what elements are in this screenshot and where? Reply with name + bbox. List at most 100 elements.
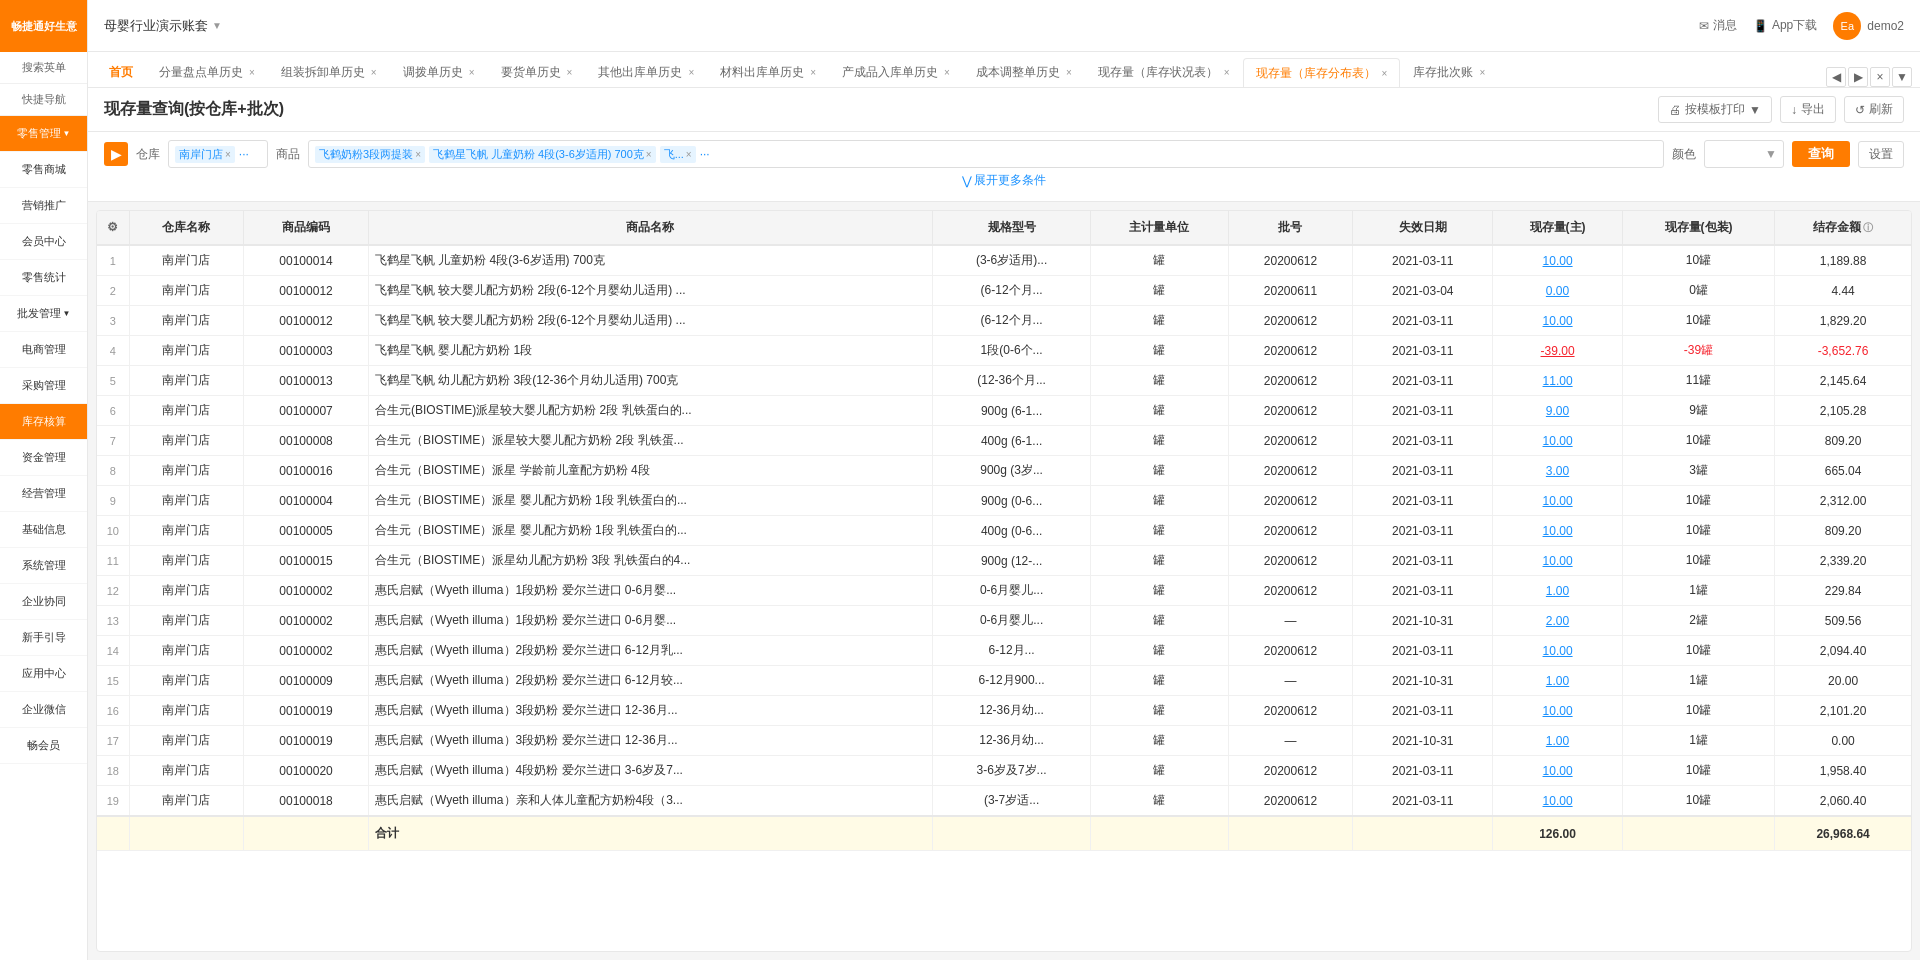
- tag-close-icon[interactable]: ×: [225, 149, 231, 160]
- row-stock-main[interactable]: 2.00: [1493, 606, 1623, 636]
- refresh-button[interactable]: ↺ 刷新: [1844, 96, 1904, 123]
- row-num: 6: [97, 396, 129, 426]
- row-stock-main[interactable]: 10.00: [1493, 756, 1623, 786]
- row-stock-main[interactable]: -39.00: [1493, 336, 1623, 366]
- sidebar-item-operation[interactable]: 经营管理: [0, 476, 87, 512]
- th-settings[interactable]: ⚙: [97, 211, 129, 245]
- tab-product-in[interactable]: 产成品入库单历史 ×: [829, 57, 963, 87]
- account-selector[interactable]: 母婴行业演示账套 ▼: [104, 17, 222, 35]
- row-stock-main[interactable]: 3.00: [1493, 456, 1623, 486]
- sidebar-item-search[interactable]: 搜索英单: [0, 52, 87, 84]
- close-icon[interactable]: ×: [567, 67, 573, 78]
- row-stock-main[interactable]: 11.00: [1493, 366, 1623, 396]
- row-stock-main[interactable]: 10.00: [1493, 516, 1623, 546]
- tab-stock-status[interactable]: 现存量（库存状况表） ×: [1085, 57, 1243, 87]
- row-stock-main[interactable]: 1.00: [1493, 666, 1623, 696]
- close-icon[interactable]: ×: [1382, 68, 1388, 79]
- row-num: 1: [97, 245, 129, 276]
- tab-menu-button[interactable]: ▼: [1892, 67, 1912, 87]
- tab-close-button[interactable]: ×: [1870, 67, 1890, 87]
- close-icon[interactable]: ×: [1066, 67, 1072, 78]
- row-stock-main[interactable]: 9.00: [1493, 396, 1623, 426]
- tab-batch-account[interactable]: 库存批次账 ×: [1400, 57, 1498, 87]
- sidebar-item-purchase[interactable]: 采购管理: [0, 368, 87, 404]
- close-icon[interactable]: ×: [688, 67, 694, 78]
- query-button[interactable]: 查询: [1792, 141, 1850, 167]
- sidebar-item-system[interactable]: 系统管理: [0, 548, 87, 584]
- sidebar-item-ecommerce[interactable]: 电商管理: [0, 332, 87, 368]
- row-amount: 2,094.40: [1775, 636, 1911, 666]
- color-filter-input[interactable]: ▼: [1704, 140, 1784, 168]
- tab-other-outstock[interactable]: 其他出库单历史 ×: [585, 57, 707, 87]
- sidebar-item-enterprise[interactable]: 企业协同: [0, 584, 87, 620]
- expand-more-button[interactable]: ⋁ 展开更多条件: [962, 172, 1046, 189]
- close-icon[interactable]: ×: [1224, 67, 1230, 78]
- close-icon[interactable]: ×: [371, 67, 377, 78]
- sidebar-item-quick-nav[interactable]: 快捷导航: [0, 84, 87, 116]
- sidebar-item-stock[interactable]: 库存核算: [0, 404, 87, 440]
- sidebar-item-app-center[interactable]: 应用中心: [0, 656, 87, 692]
- tab-dispatch[interactable]: 调拨单历史 ×: [390, 57, 488, 87]
- tag-close-icon[interactable]: ×: [415, 149, 421, 160]
- tab-require-goods[interactable]: 要货单历史 ×: [488, 57, 586, 87]
- row-stock-main[interactable]: 10.00: [1493, 245, 1623, 276]
- tab-home[interactable]: 首页: [96, 57, 146, 87]
- close-icon[interactable]: ×: [249, 67, 255, 78]
- message-button[interactable]: ✉ 消息: [1699, 17, 1737, 34]
- row-amount: 20.00: [1775, 666, 1911, 696]
- sidebar-item-basic[interactable]: 基础信息: [0, 512, 87, 548]
- filter-expand-button[interactable]: ▶: [104, 142, 128, 166]
- chevron-down-icon[interactable]: ▼: [1765, 147, 1777, 161]
- row-stock-main[interactable]: 10.00: [1493, 546, 1623, 576]
- row-stock-main[interactable]: 0.00: [1493, 276, 1623, 306]
- filter-more-icon[interactable]: ···: [239, 147, 249, 161]
- row-stock-main[interactable]: 10.00: [1493, 306, 1623, 336]
- close-icon[interactable]: ×: [469, 67, 475, 78]
- tab-prev-button[interactable]: ◀: [1826, 67, 1846, 87]
- row-stock-main[interactable]: 1.00: [1493, 726, 1623, 756]
- tab-cost-adjust[interactable]: 成本调整单历史 ×: [963, 57, 1085, 87]
- row-code: 00100016: [244, 456, 369, 486]
- close-icon[interactable]: ×: [1479, 67, 1485, 78]
- sidebar-item-marketing[interactable]: 营销推广: [0, 188, 87, 224]
- app-download-button[interactable]: 📱 App下载: [1753, 17, 1817, 34]
- sidebar-item-enterprise-wechat[interactable]: 企业微信: [0, 692, 87, 728]
- close-icon[interactable]: ×: [810, 67, 816, 78]
- row-name: 惠氏启赋（Wyeth illuma）1段奶粉 爱尔兰进口 0-6月婴...: [368, 576, 932, 606]
- filter-more-icon[interactable]: ···: [700, 147, 710, 161]
- sidebar-item-finance[interactable]: 资金管理: [0, 440, 87, 476]
- sidebar-item-wholesale[interactable]: 批发管理 ▼: [0, 296, 87, 332]
- close-icon[interactable]: ×: [944, 67, 950, 78]
- tab-stock-dist[interactable]: 现存量（库存分布表） ×: [1243, 58, 1401, 88]
- template-print-button[interactable]: 🖨 按模板打印 ▼: [1658, 96, 1772, 123]
- user-menu[interactable]: Ea demo2: [1833, 12, 1904, 40]
- setting-button[interactable]: 设置: [1858, 141, 1904, 168]
- sidebar-item-members-card[interactable]: 畅会员: [0, 728, 87, 764]
- page-actions: 🖨 按模板打印 ▼ ↓ 导出 ↺ 刷新: [1658, 96, 1904, 123]
- row-amount: 1,958.40: [1775, 756, 1911, 786]
- product-filter-input[interactable]: 飞鹤奶粉3段两提装 × 飞鹤星飞帆 儿童奶粉 4段(3-6岁适用) 700克 ×…: [308, 140, 1664, 168]
- inventory-table: ⚙ 仓库名称 商品编码 商品名称 规格型号 主计量单位 批号 失效日期 现存量(…: [97, 211, 1911, 851]
- sidebar-item-retail-mgmt[interactable]: 零售管理 ▼: [0, 116, 87, 152]
- row-stock-main[interactable]: 1.00: [1493, 576, 1623, 606]
- row-stock-main[interactable]: 10.00: [1493, 486, 1623, 516]
- sidebar-item-retail-stat[interactable]: 零售统计: [0, 260, 87, 296]
- settings-icon[interactable]: ⚙: [105, 220, 121, 236]
- warehouse-filter-input[interactable]: 南岸门店 × ···: [168, 140, 268, 168]
- row-num: 19: [97, 786, 129, 817]
- row-stock-main[interactable]: 10.00: [1493, 786, 1623, 817]
- row-stock-main[interactable]: 10.00: [1493, 696, 1623, 726]
- tab-material-out[interactable]: 材料出库单历史 ×: [707, 57, 829, 87]
- export-button[interactable]: ↓ 导出: [1780, 96, 1836, 123]
- sidebar-item-member[interactable]: 会员中心: [0, 224, 87, 260]
- info-icon[interactable]: ⓘ: [1863, 221, 1873, 235]
- tab-split-inventory[interactable]: 分量盘点单历史 ×: [146, 57, 268, 87]
- sidebar-item-retail-mall[interactable]: 零售商城: [0, 152, 87, 188]
- tag-close-icon[interactable]: ×: [646, 149, 652, 160]
- row-stock-main[interactable]: 10.00: [1493, 426, 1623, 456]
- tag-close-icon[interactable]: ×: [686, 149, 692, 160]
- tab-disassemble[interactable]: 组装拆卸单历史 ×: [268, 57, 390, 87]
- row-stock-main[interactable]: 10.00: [1493, 636, 1623, 666]
- tab-next-button[interactable]: ▶: [1848, 67, 1868, 87]
- sidebar-item-guide[interactable]: 新手引导: [0, 620, 87, 656]
